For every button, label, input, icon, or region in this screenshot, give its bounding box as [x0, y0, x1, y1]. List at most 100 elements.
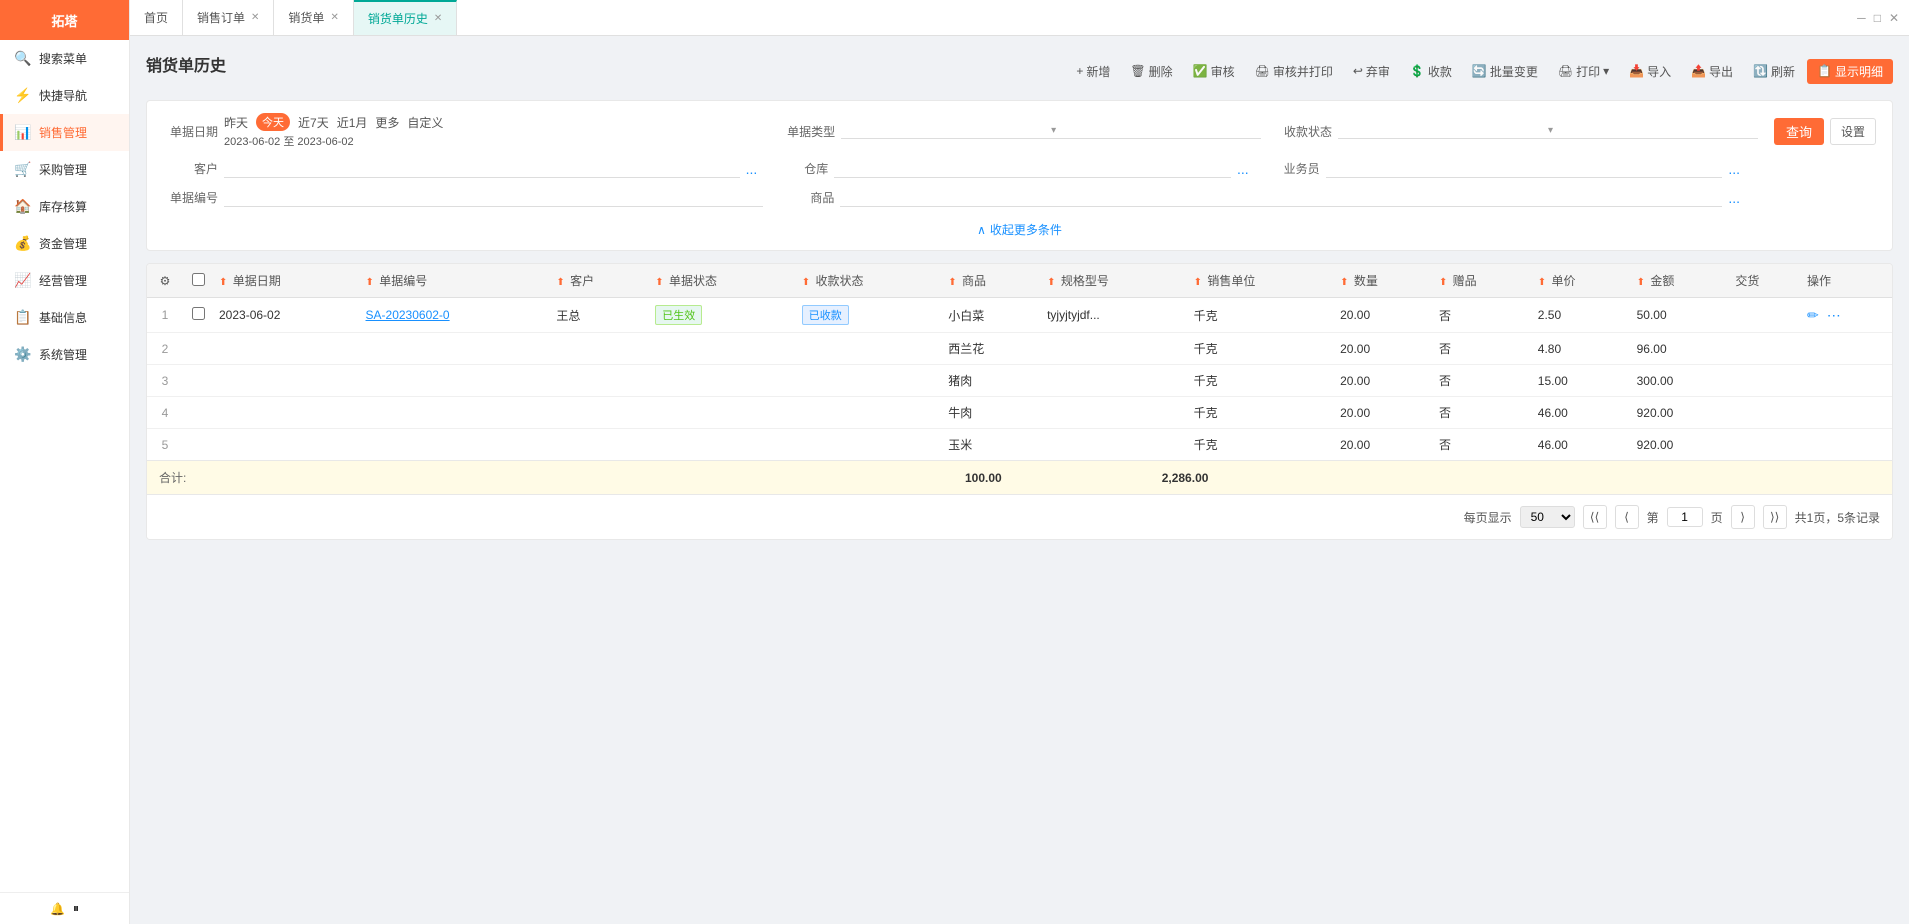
page-title: 销货单历史 [146, 52, 226, 76]
docnum-filter-input[interactable] [224, 188, 763, 207]
shortcut-more[interactable]: 更多 [375, 114, 399, 131]
sidebar-item-label: 快捷导航 [39, 87, 87, 104]
audit-print-button[interactable]: 🖨 审核并打印 [1247, 59, 1341, 84]
shortcut-today[interactable]: 今天 [256, 113, 290, 131]
customer-filter-input[interactable] [224, 159, 740, 178]
customer-more-icon[interactable]: ... [746, 161, 758, 177]
sidebar-item-ops-mgmt[interactable]: 📈 经营管理 [0, 262, 129, 299]
salesperson-more-icon[interactable]: ... [1728, 161, 1740, 177]
sidebar-item-system-mgmt[interactable]: ⚙️ 系统管理 [0, 336, 129, 373]
row-gift-4: 否 [1433, 429, 1532, 461]
row-doc-num-0[interactable]: SA-20230602-0 [360, 298, 551, 333]
col-goods[interactable]: ⬆ 商品 [942, 264, 1041, 298]
row-checkbox-1[interactable] [183, 333, 213, 365]
query-button[interactable]: 查询 [1774, 118, 1824, 145]
date-range-value[interactable]: 2023-06-02 至 2023-06-02 [224, 133, 443, 149]
sort-icon: ⬆ [366, 277, 374, 288]
sidebar-item-search-menu[interactable]: 🔍 搜索菜单 [0, 40, 129, 77]
tab-sales-order[interactable]: 销售订单 ✕ [183, 0, 274, 35]
tab-home[interactable]: 首页 [130, 0, 183, 35]
col-unit-price[interactable]: ⬆ 单价 [1532, 264, 1631, 298]
col-doc-date[interactable]: ⬆ 单据日期 [213, 264, 360, 298]
more-action-icon[interactable]: ⋯ [1827, 307, 1841, 324]
warehouse-filter-input[interactable] [834, 159, 1231, 178]
shortcut-yesterday[interactable]: 昨天 [224, 114, 248, 131]
minimize-btn[interactable]: ─ [1857, 11, 1866, 25]
print-button[interactable]: 🖨 打印 ▾ [1550, 59, 1617, 84]
collapse-button[interactable]: ∧ 收起更多条件 [163, 217, 1876, 238]
sidebar-item-purchase-mgmt[interactable]: 🛒 采购管理 [0, 151, 129, 188]
first-page-btn[interactable]: ⟨⟨ [1583, 505, 1607, 529]
row-checkbox-0[interactable] [183, 298, 213, 333]
col-settings[interactable]: ⚙ [147, 264, 183, 298]
refresh-button[interactable]: 🔃 刷新 [1745, 59, 1803, 84]
tab-sales-history[interactable]: 销货单历史 ✕ [354, 0, 457, 35]
pause-icon[interactable]: ⏸ [73, 901, 79, 916]
col-spec[interactable]: ⬆ 规格型号 [1041, 264, 1188, 298]
goods-filter-input[interactable] [840, 188, 1722, 207]
select-all-checkbox[interactable] [192, 273, 205, 286]
sidebar-item-quick-nav[interactable]: ⚡ 快捷导航 [0, 77, 129, 114]
salesperson-filter-input[interactable] [1326, 159, 1723, 178]
system-icon: ⚙️ [15, 347, 31, 363]
sidebar-item-inventory-calc[interactable]: 🏠 库存核算 [0, 188, 129, 225]
col-gift[interactable]: ⬆ 赠品 [1433, 264, 1532, 298]
col-unit[interactable]: ⬆ 销售单位 [1188, 264, 1335, 298]
sidebar-item-basic-info[interactable]: 📋 基础信息 [0, 299, 129, 336]
sidebar-item-sales-mgmt[interactable]: 📊 销售管理 [0, 114, 129, 151]
tab-sales-order-close[interactable]: ✕ [251, 12, 259, 23]
row-unit-price-0: 2.50 [1532, 298, 1631, 333]
page-size-select[interactable]: 50 100 200 [1520, 506, 1575, 528]
abandon-button[interactable]: ↩ 弃审 [1345, 59, 1398, 84]
tab-sales-history-close[interactable]: ✕ [434, 13, 442, 24]
tab-sales-goods-close[interactable]: ✕ [330, 12, 338, 23]
row-gift-3: 否 [1433, 397, 1532, 429]
warehouse-more-icon[interactable]: ... [1237, 161, 1249, 177]
batch-change-button[interactable]: 🔄 批量变更 [1464, 59, 1546, 84]
type-filter-select[interactable]: ▾ [841, 123, 1261, 139]
shortcut-custom[interactable]: 自定义 [407, 114, 443, 131]
sidebar-item-funds-mgmt[interactable]: 💰 资金管理 [0, 225, 129, 262]
add-button[interactable]: + 新增 [1068, 59, 1118, 84]
last-page-btn[interactable]: ⟩⟩ [1763, 505, 1787, 529]
shortcut-1month[interactable]: 近1月 [337, 114, 368, 131]
page-number-input[interactable] [1667, 507, 1703, 527]
next-page-btn[interactable]: ⟩ [1731, 505, 1755, 529]
import-button[interactable]: 📥 导入 [1621, 59, 1679, 84]
col-customer[interactable]: ⬆ 客户 [550, 264, 649, 298]
row-checkbox-4[interactable] [183, 429, 213, 461]
show-detail-button[interactable]: 📋 显示明细 [1807, 59, 1893, 84]
row-doc-num-1[interactable] [360, 333, 551, 365]
row-doc-num-4[interactable] [360, 429, 551, 461]
salesperson-filter-label: 业务员 [1265, 160, 1320, 177]
row-customer-4 [550, 429, 649, 461]
row-doc-num-2[interactable] [360, 365, 551, 397]
prev-page-btn[interactable]: ⟨ [1615, 505, 1639, 529]
close-btn[interactable]: ✕ [1889, 11, 1899, 25]
settings-button[interactable]: 设置 [1830, 118, 1876, 145]
col-doc-status[interactable]: ⬆ 单据状态 [649, 264, 796, 298]
row-qty-3: 20.00 [1334, 397, 1433, 429]
goods-more-icon[interactable]: ... [1728, 190, 1740, 206]
maximize-btn[interactable]: □ [1874, 11, 1881, 25]
audit-button[interactable]: ✅ 审核 [1185, 59, 1243, 84]
row-goods-4: 玉米 [942, 429, 1041, 461]
col-amount[interactable]: ⬆ 金额 [1631, 264, 1730, 298]
export-button[interactable]: 📤 导出 [1683, 59, 1741, 84]
payment-filter-select[interactable]: ▾ [1338, 123, 1758, 139]
delete-button[interactable]: 🗑 删除 [1122, 59, 1180, 84]
row-unit-price-1: 4.80 [1532, 333, 1631, 365]
collect-button[interactable]: 💲 收款 [1402, 59, 1460, 84]
col-checkbox[interactable] [183, 264, 213, 298]
col-payment-status[interactable]: ⬆ 收款状态 [796, 264, 943, 298]
row-checkbox-3[interactable] [183, 397, 213, 429]
tab-sales-goods[interactable]: 销货单 ✕ [274, 0, 353, 35]
row-doc-status-1 [649, 333, 796, 365]
row-doc-num-3[interactable] [360, 397, 551, 429]
col-qty[interactable]: ⬆ 数量 [1334, 264, 1433, 298]
shortcut-7days[interactable]: 近7天 [298, 114, 329, 131]
row-checkbox-2[interactable] [183, 365, 213, 397]
edit-icon[interactable]: ✏ [1807, 307, 1819, 324]
col-doc-num[interactable]: ⬆ 单据编号 [360, 264, 551, 298]
notification-icon[interactable]: 🔔 [50, 902, 65, 916]
